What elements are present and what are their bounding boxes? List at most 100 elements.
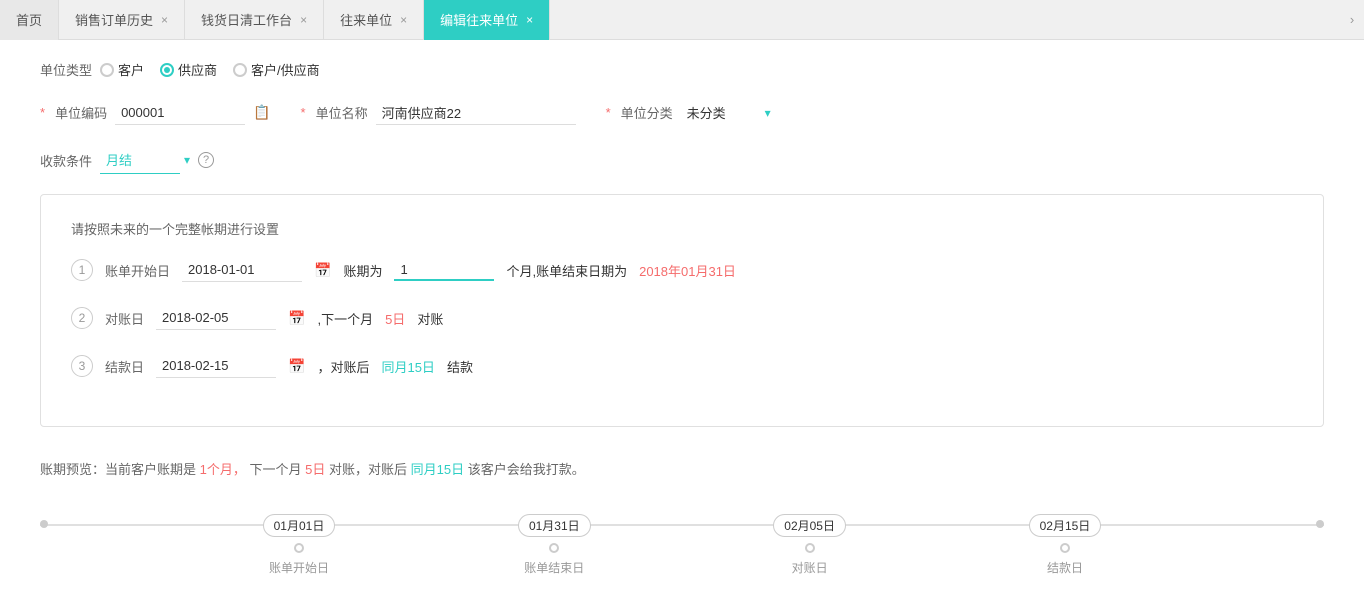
timeline: 01月01日 账单开始日 01月31日 账单结束日 02月05日 对账日 02月… bbox=[40, 494, 1324, 586]
tab-cash-workbench[interactable]: 钱货日清工作台 × bbox=[185, 0, 324, 40]
preview-prefix: 账期预览：当前客户账期是 bbox=[40, 462, 196, 477]
unit-code-field: * 单位编码 📋 bbox=[40, 101, 271, 125]
step-1-end-date: 2018年01月31日 bbox=[639, 261, 736, 280]
timeline-dot-2 bbox=[549, 543, 559, 553]
payment-terms-label: 收款条件 bbox=[40, 151, 92, 170]
unit-type-row: 单位类型 客户 供应商 客户/供应商 bbox=[40, 60, 1324, 79]
preview-mid2: 对账，对账后 bbox=[329, 462, 407, 477]
step-2-date-input[interactable] bbox=[156, 306, 276, 330]
timeline-dot-1 bbox=[294, 543, 304, 553]
step-2-num: 2 bbox=[71, 307, 93, 329]
radio-supplier[interactable]: 供应商 bbox=[160, 60, 217, 79]
step-1-period-label: 账期为 bbox=[343, 261, 382, 280]
step-3-row: 3 结款日 📅 ，对账后 同月15日 结款 bbox=[71, 354, 1293, 378]
unit-type-radio-group: 客户 供应商 客户/供应商 bbox=[100, 60, 320, 79]
payment-terms-select[interactable]: 月结 ▾ bbox=[100, 146, 190, 174]
unit-name-label: 单位名称 bbox=[316, 103, 368, 122]
step-3-num: 3 bbox=[71, 355, 93, 377]
step-2-suffix2: 对账 bbox=[417, 309, 443, 328]
unit-category-required: * bbox=[606, 105, 611, 120]
step-3-calendar-icon[interactable]: 📅 bbox=[288, 358, 305, 375]
unit-name-required: * bbox=[301, 105, 306, 120]
timeline-sub-4: 结款日 bbox=[1047, 559, 1083, 576]
preview-period: 1个月， bbox=[200, 462, 246, 477]
step-1-label: 账单开始日 bbox=[105, 261, 170, 280]
payment-terms-row: 收款条件 月结 ▾ ? bbox=[40, 146, 1324, 174]
step-1-period-input[interactable] bbox=[394, 260, 494, 281]
step-3-day: 同月15日 bbox=[381, 357, 434, 376]
step-3-date-input[interactable] bbox=[156, 354, 276, 378]
step-2-calendar-icon[interactable]: 📅 bbox=[288, 310, 305, 327]
step-1-calendar-icon[interactable]: 📅 bbox=[314, 262, 331, 279]
tab-cash-workbench-label: 钱货日清工作台 bbox=[201, 10, 292, 29]
timeline-sub-3: 对账日 bbox=[792, 559, 828, 576]
unit-name-input[interactable] bbox=[376, 101, 576, 125]
timeline-point-3: 02月05日 对账日 bbox=[773, 514, 846, 576]
step-3-label: 结款日 bbox=[105, 357, 144, 376]
unit-category-dropdown-icon[interactable]: ▾ bbox=[765, 106, 771, 120]
preview-text: 账期预览：当前客户账期是 1个月， 下一个月 5日 对账，对账后 同月15日 该… bbox=[40, 443, 1324, 494]
unit-code-required: * bbox=[40, 105, 45, 120]
tab-scroll-right[interactable]: › bbox=[1340, 0, 1364, 40]
timeline-sub-2: 账单结束日 bbox=[524, 559, 584, 576]
step-3-suffix: ，对账后 bbox=[317, 357, 369, 376]
timeline-label-2: 01月31日 bbox=[518, 514, 591, 537]
tab-edit-partner-close[interactable]: × bbox=[526, 13, 533, 27]
tab-sales-history[interactable]: 销售订单历史 × bbox=[59, 0, 185, 40]
payment-terms-value: 月结 bbox=[100, 146, 180, 174]
payment-terms-dropdown-icon[interactable]: ▾ bbox=[184, 153, 190, 167]
step-2-day: 5日 bbox=[385, 309, 405, 328]
unit-code-calendar-icon[interactable]: 📋 bbox=[253, 104, 270, 121]
unit-category-value: 未分类 bbox=[681, 99, 761, 126]
timeline-dot-4 bbox=[1060, 543, 1070, 553]
tab-partner-units[interactable]: 往来单位 × bbox=[324, 0, 424, 40]
radio-both[interactable]: 客户/供应商 bbox=[233, 60, 320, 79]
radio-supplier-label: 供应商 bbox=[178, 60, 217, 79]
timeline-point-4: 02月15日 结款日 bbox=[1029, 514, 1102, 576]
step-3-suffix2: 结款 bbox=[447, 357, 473, 376]
unit-name-field: * 单位名称 bbox=[301, 101, 576, 125]
tab-edit-partner[interactable]: 编辑往来单位 × bbox=[424, 0, 550, 40]
timeline-dot-3 bbox=[805, 543, 815, 553]
tab-partner-units-close[interactable]: × bbox=[400, 13, 407, 27]
tab-home[interactable]: 首页 bbox=[0, 0, 59, 40]
unit-category-label: 单位分类 bbox=[621, 103, 673, 122]
step-1-date-input[interactable] bbox=[182, 258, 302, 282]
timeline-label-1: 01月01日 bbox=[263, 514, 336, 537]
payment-terms-help-icon[interactable]: ? bbox=[198, 152, 214, 168]
radio-both-label: 客户/供应商 bbox=[251, 60, 320, 79]
tab-bar: 首页 销售订单历史 × 钱货日清工作台 × 往来单位 × 编辑往来单位 × › bbox=[0, 0, 1364, 40]
timeline-point-2: 01月31日 账单结束日 bbox=[518, 514, 591, 576]
preview-day2: 同月15日 bbox=[411, 462, 464, 477]
radio-customer[interactable]: 客户 bbox=[100, 60, 144, 79]
tab-cash-workbench-close[interactable]: × bbox=[300, 13, 307, 27]
step-1-row: 1 账单开始日 📅 账期为 个月,账单结束日期为 2018年01月31日 bbox=[71, 258, 1293, 282]
radio-customer-circle bbox=[100, 63, 114, 77]
step-1-suffix: 个月,账单结束日期为 bbox=[506, 261, 627, 280]
preview-day1: 5日 bbox=[305, 462, 325, 477]
timeline-label-3: 02月05日 bbox=[773, 514, 846, 537]
preview-mid: 下一个月 bbox=[250, 462, 302, 477]
unit-type-field: 单位类型 客户 供应商 客户/供应商 bbox=[40, 60, 320, 79]
step-2-label: 对账日 bbox=[105, 309, 144, 328]
panel-title: 请按照未来的一个完整帐期进行设置 bbox=[71, 219, 1293, 238]
unit-code-input[interactable] bbox=[115, 101, 245, 125]
unit-code-label: 单位编码 bbox=[55, 103, 107, 122]
step-2-suffix: ,下一个月 bbox=[317, 309, 373, 328]
tab-partner-units-label: 往来单位 bbox=[340, 10, 392, 29]
unit-category-select[interactable]: 未分类 ▾ bbox=[681, 99, 771, 126]
step-1-num: 1 bbox=[71, 259, 93, 281]
settings-panel: 请按照未来的一个完整帐期进行设置 1 账单开始日 📅 账期为 个月,账单结束日期… bbox=[40, 194, 1324, 427]
main-content: 单位类型 客户 供应商 客户/供应商 * 单位编码 bbox=[0, 40, 1364, 608]
tab-home-label: 首页 bbox=[16, 10, 42, 29]
radio-both-circle bbox=[233, 63, 247, 77]
unit-category-field: * 单位分类 未分类 ▾ bbox=[606, 99, 771, 126]
payment-terms-field: 收款条件 月结 ▾ ? bbox=[40, 146, 214, 174]
timeline-label-4: 02月15日 bbox=[1029, 514, 1102, 537]
step-2-row: 2 对账日 📅 ,下一个月 5日 对账 bbox=[71, 306, 1293, 330]
timeline-sub-1: 账单开始日 bbox=[269, 559, 329, 576]
unit-info-row: * 单位编码 📋 * 单位名称 * 单位分类 未分类 ▾ bbox=[40, 99, 1324, 126]
timeline-point-1: 01月01日 账单开始日 bbox=[263, 514, 336, 576]
unit-type-label: 单位类型 bbox=[40, 60, 92, 79]
tab-sales-history-close[interactable]: × bbox=[161, 13, 168, 27]
